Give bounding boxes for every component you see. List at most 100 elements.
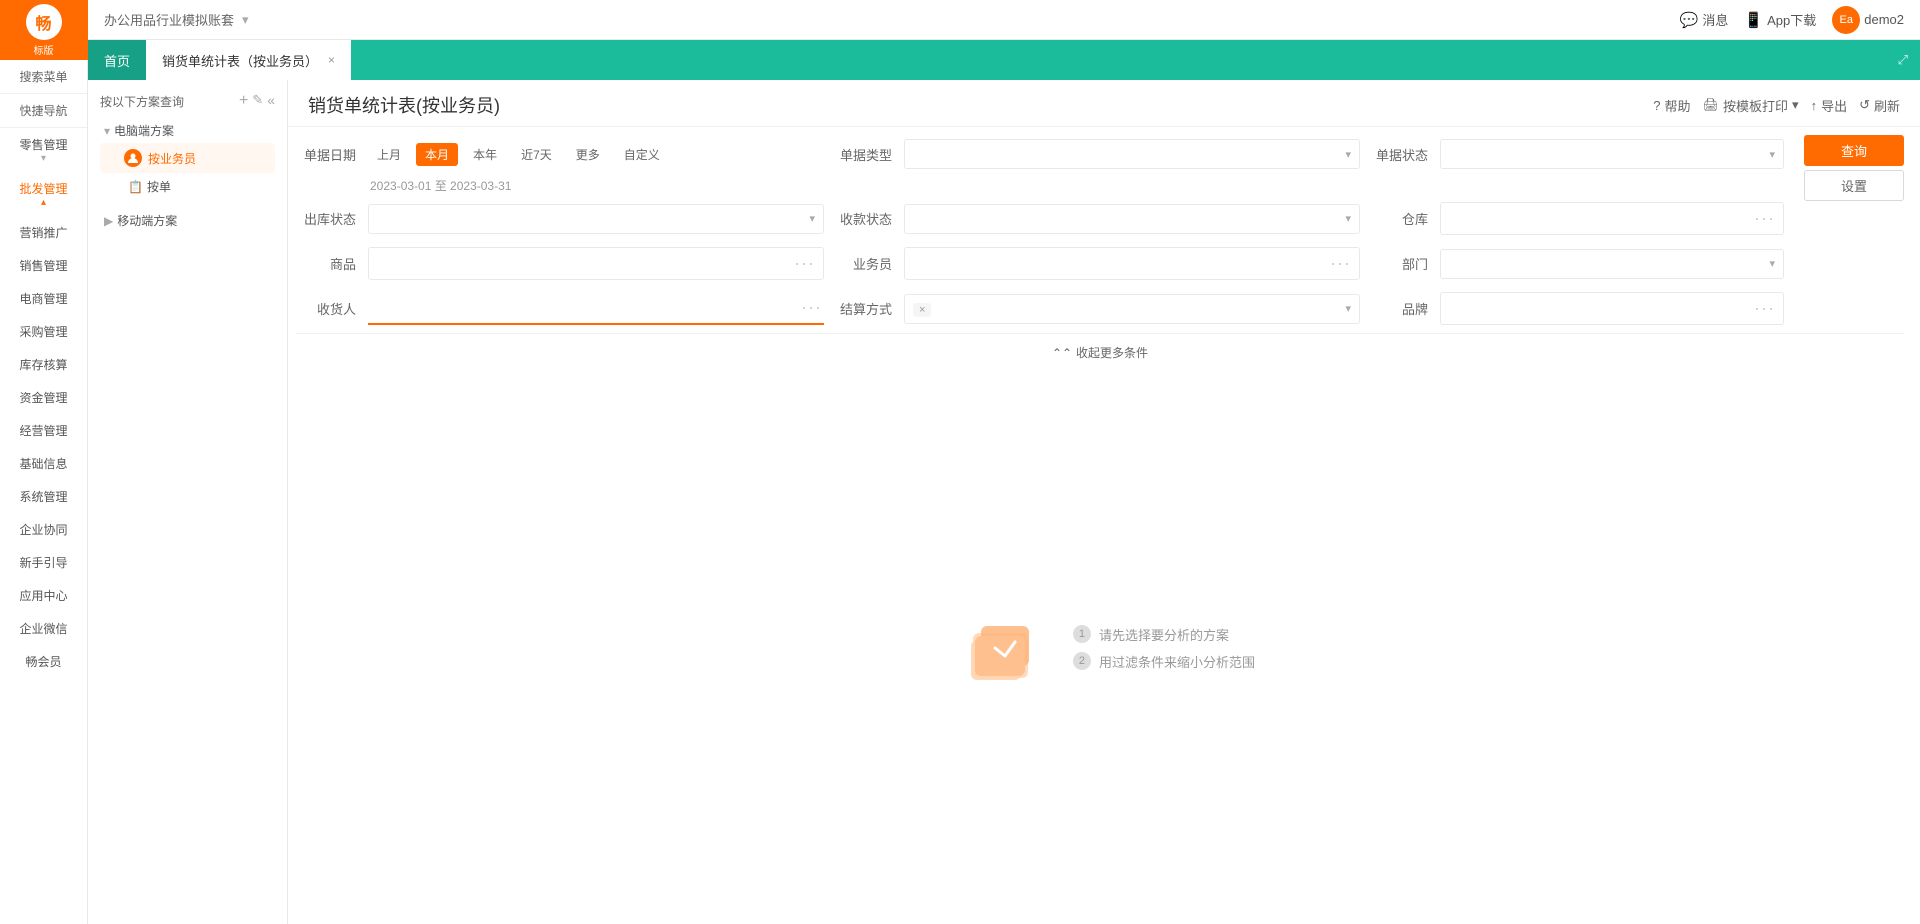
chevron-down-icon: ▾ xyxy=(4,153,83,164)
consignee-input[interactable]: ··· xyxy=(368,292,824,325)
date-btn-this-year[interactable]: 本年 xyxy=(464,143,506,166)
sidebar-item-operations[interactable]: 经营管理 xyxy=(0,414,87,447)
export-button[interactable]: ↑ 导出 xyxy=(1811,96,1848,115)
refresh-label: 刷新 xyxy=(1874,96,1900,115)
refresh-button[interactable]: ↺ 刷新 xyxy=(1859,96,1900,115)
user-menu-button[interactable]: Ea demo2 xyxy=(1832,6,1904,34)
sidebar-item-cooperation[interactable]: 企业协同 xyxy=(0,513,87,546)
page-actions: ? 帮助 🖨 按模板打印 ▾ ↑ 导出 ↺ 刷新 xyxy=(1653,96,1900,115)
message-button[interactable]: 💬 消息 xyxy=(1680,10,1729,29)
help-label: 帮助 xyxy=(1664,96,1690,115)
sidebar-item-basic[interactable]: 基础信息 xyxy=(0,447,87,480)
edit-scheme-button[interactable]: ✎ xyxy=(252,92,263,110)
receive-status-select[interactable]: ▾ xyxy=(904,204,1360,234)
collapse-row: ⌃⌃ 收起更多条件 xyxy=(296,333,1904,371)
sidebar-item-label: 畅会员 xyxy=(25,655,61,669)
date-btn-7days[interactable]: 近7天 xyxy=(512,143,561,166)
date-controls: 上月 本月 本年 近7天 更多 自定义 xyxy=(368,143,824,166)
tab-close-icon[interactable]: × xyxy=(328,53,335,67)
query-button[interactable]: 查询 xyxy=(1804,135,1904,166)
settlement-tag-close[interactable]: × xyxy=(919,304,925,316)
collapse-button[interactable]: ⌃⌃ 收起更多条件 xyxy=(1040,340,1160,365)
scheme-group-mobile-header[interactable]: ▶ 移动端方案 xyxy=(96,208,279,233)
collapse-panel-button[interactable]: « xyxy=(267,92,275,110)
scheme-subitem-by-order[interactable]: 📋 按单 xyxy=(96,173,279,200)
sidebar-search-item[interactable]: 搜索菜单 xyxy=(0,60,87,94)
sidebar-item-label: 营销推广 xyxy=(19,226,67,240)
page-title-bar: 销货单统计表(按业务员) ? 帮助 🖨 按模板打印 ▾ ↑ 导出 xyxy=(288,80,1920,127)
settlement-select[interactable]: × ▾ xyxy=(904,294,1360,324)
date-btn-more[interactable]: 更多 xyxy=(567,143,609,166)
phone-icon: 📱 xyxy=(1744,11,1763,29)
warehouse-control: ··· xyxy=(1440,202,1784,235)
sidebar-item-label: 采购管理 xyxy=(19,325,67,339)
salesman-dots: ··· xyxy=(1330,253,1351,274)
brand-control: ··· xyxy=(1440,292,1784,325)
sidebar-item-vip[interactable]: 畅会员 xyxy=(0,645,87,678)
sidebar-item-inventory[interactable]: 库存核算 xyxy=(0,348,87,381)
sidebar-item-purchase[interactable]: 采购管理 xyxy=(0,315,87,348)
status-label: 单据状态 xyxy=(1376,145,1436,164)
app-download-label: App下载 xyxy=(1767,10,1816,29)
brand-cell: 品牌 ··· xyxy=(1368,288,1904,329)
status-select[interactable]: ▾ xyxy=(1440,139,1784,169)
print-icon: 🖨 xyxy=(1703,97,1720,113)
consignee-cell: 收货人 ··· xyxy=(296,288,832,329)
tab-home[interactable]: 首页 xyxy=(88,40,146,80)
warehouse-dots: ··· xyxy=(1754,208,1775,229)
brand-input[interactable]: ··· xyxy=(1440,292,1784,325)
dept-select[interactable]: ▾ xyxy=(1440,249,1784,279)
user-name: demo2 xyxy=(1864,12,1904,27)
app-download-button[interactable]: 📱 App下载 xyxy=(1744,10,1816,29)
tab-expand-button[interactable]: ⤢ xyxy=(1886,52,1920,68)
scheme-subitem-label: 按单 xyxy=(147,178,171,195)
settlement-label: 结算方式 xyxy=(840,299,900,318)
out-status-label: 出库状态 xyxy=(304,209,364,228)
help-button[interactable]: ? 帮助 xyxy=(1653,96,1690,115)
scheme-group-mobile-label: 移动端方案 xyxy=(117,212,177,229)
sidebar-item-wholesale[interactable]: 批发管理 ▴ xyxy=(0,172,87,216)
warehouse-input[interactable]: ··· xyxy=(1440,202,1784,235)
sidebar-item-label: 应用中心 xyxy=(19,589,67,603)
sidebar-item-label: 销售管理 xyxy=(19,259,67,273)
add-scheme-button[interactable]: + xyxy=(239,92,248,110)
sidebar-item-marketing[interactable]: 营销推广 xyxy=(0,216,87,249)
scheme-subitem-icon: 📋 xyxy=(128,180,143,194)
print-button[interactable]: 🖨 按模板打印 ▾ xyxy=(1703,96,1799,115)
dropdown-icon[interactable]: ▾ xyxy=(242,12,249,28)
salesman-cell: 业务员 ··· xyxy=(832,243,1368,284)
sidebar-item-sales[interactable]: 销售管理 xyxy=(0,249,87,282)
type-label: 单据类型 xyxy=(840,145,900,164)
out-status-control: ▾ xyxy=(368,204,824,234)
sidebar-item-retail[interactable]: 零售管理 ▾ xyxy=(0,128,87,172)
help-icon: ? xyxy=(1653,98,1660,113)
collapse-up-icon: ⌃⌃ xyxy=(1052,346,1072,360)
page-title: 销货单统计表(按业务员) xyxy=(308,92,500,118)
goods-dots: ··· xyxy=(794,253,815,274)
sidebar-item-ecommerce[interactable]: 电商管理 xyxy=(0,282,87,315)
sidebar-item-newbie[interactable]: 新手引导 xyxy=(0,546,87,579)
type-select[interactable]: ▾ xyxy=(904,139,1360,169)
goods-input[interactable]: ··· xyxy=(368,247,824,280)
date-btn-custom[interactable]: 自定义 xyxy=(615,143,669,166)
tab-sales-stats[interactable]: 销货单统计表（按业务员） × xyxy=(146,40,351,80)
settlement-tag-value: × xyxy=(913,303,931,317)
scheme-item-by-salesman[interactable]: 按业务员 xyxy=(100,143,275,173)
sidebar-item-label: 企业协同 xyxy=(19,523,67,537)
sidebar-item-wechat[interactable]: 企业微信 xyxy=(0,612,87,645)
sidebar-item-system[interactable]: 系统管理 xyxy=(0,480,87,513)
date-btn-this-month[interactable]: 本月 xyxy=(416,143,458,166)
sidebar-item-finance[interactable]: 资金管理 xyxy=(0,381,87,414)
settings-button[interactable]: 设置 xyxy=(1804,170,1904,201)
goods-cell: 商品 ··· xyxy=(296,243,832,284)
scheme-group-pc: ▾ 电脑端方案 按业务员 📋 按单 xyxy=(88,118,287,200)
date-range-display: 2023-03-01 至 2023-03-31 xyxy=(296,177,1904,194)
sidebar-item-appcenter[interactable]: 应用中心 xyxy=(0,579,87,612)
dept-cell: 部门 ▾ xyxy=(1368,245,1904,283)
sidebar-quick-nav-item[interactable]: 快捷导航 xyxy=(0,94,87,128)
scheme-group-pc-header[interactable]: ▾ 电脑端方案 xyxy=(96,118,279,143)
salesman-input[interactable]: ··· xyxy=(904,247,1360,280)
date-btn-last-month[interactable]: 上月 xyxy=(368,143,410,166)
out-status-select[interactable]: ▾ xyxy=(368,204,824,234)
company-title: 办公用品行业模拟账套 xyxy=(104,10,234,29)
